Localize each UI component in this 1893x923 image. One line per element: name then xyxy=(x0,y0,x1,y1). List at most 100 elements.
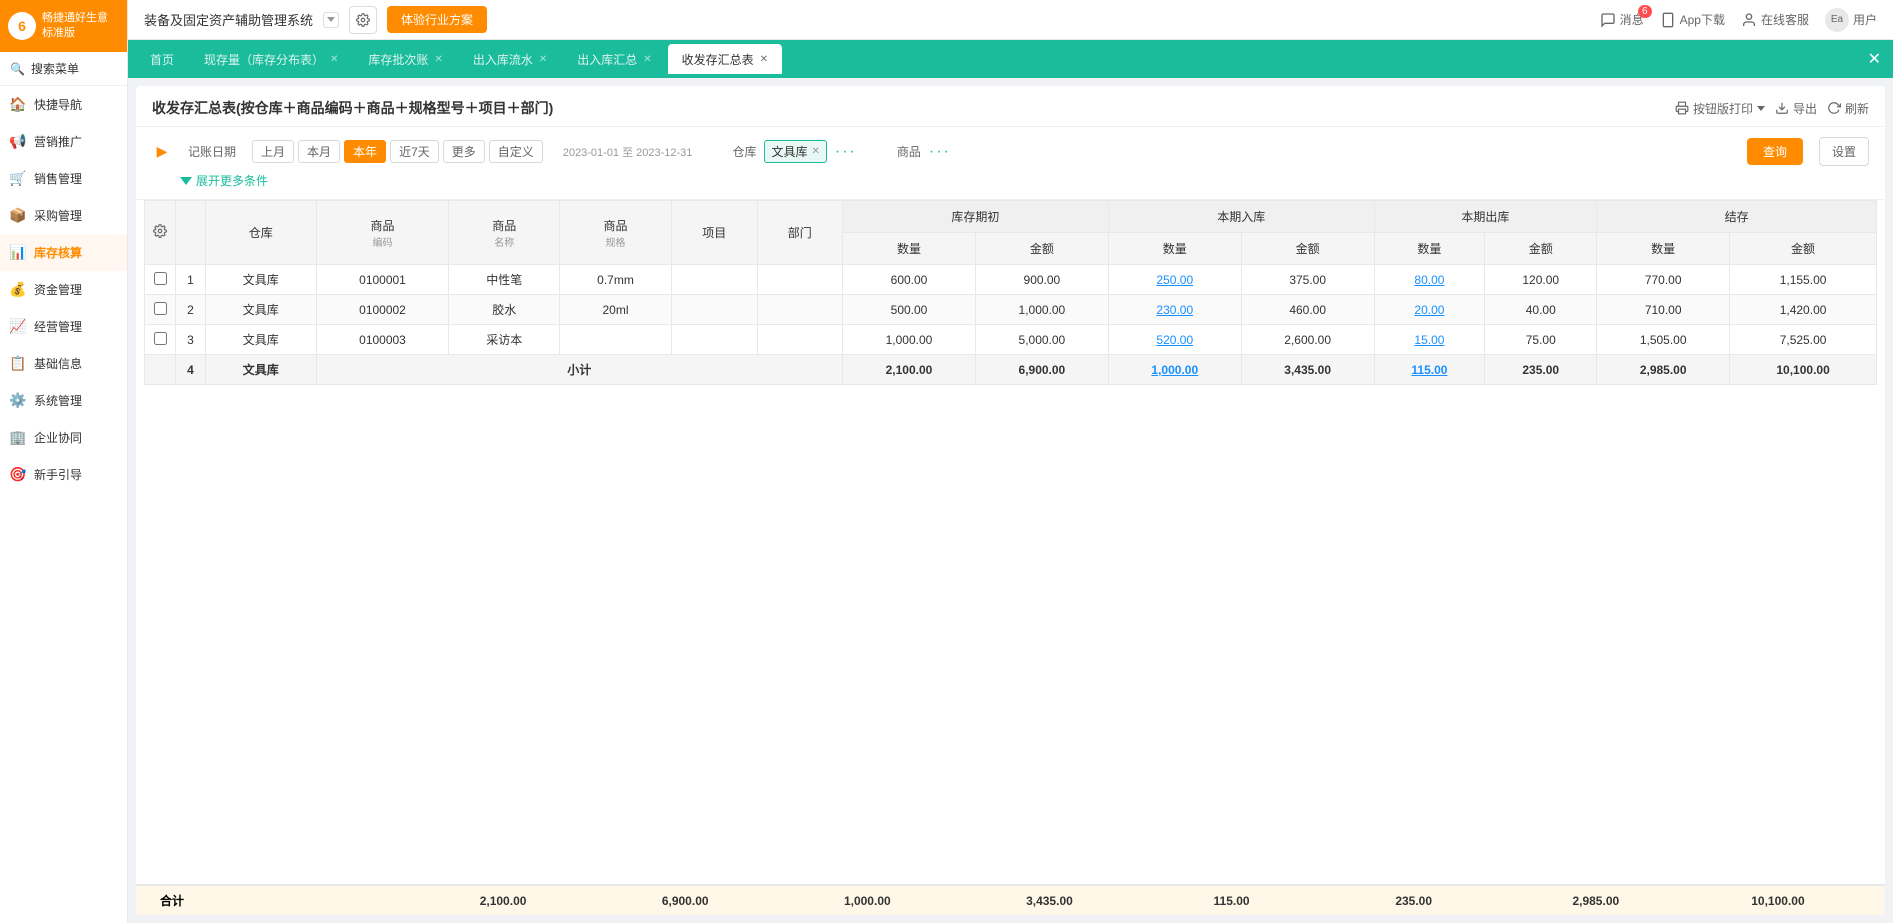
total-close-amt: 10,100.00 xyxy=(1687,894,1869,908)
row-in-qty-2[interactable]: 230.00 xyxy=(1108,295,1241,325)
tab-recv-send[interactable]: 收发存汇总表 ✕ xyxy=(668,44,782,74)
row-out-qty-2[interactable]: 20.00 xyxy=(1374,295,1485,325)
col-warehouse-header: 仓库 xyxy=(206,201,317,265)
date-btn-this-year[interactable]: 本年 xyxy=(344,140,386,163)
settings-gear-button[interactable] xyxy=(349,6,377,34)
tab-close-stock-dist[interactable]: ✕ xyxy=(330,54,338,65)
row-out-qty-3[interactable]: 15.00 xyxy=(1374,325,1485,355)
subtotal-row: 4 文具库 小计 2,100.00 6,900.00 1,000.00 3,43… xyxy=(145,355,1877,385)
total-in-amt: 3,435.00 xyxy=(958,894,1140,908)
tab-bar: 首页 现存量（库存分布表） ✕ 库存批次账 ✕ 出入库流水 ✕ 出入库汇总 ✕ … xyxy=(128,40,1893,78)
row-checkbox-1[interactable] xyxy=(145,265,176,295)
refresh-button[interactable]: 刷新 xyxy=(1827,100,1869,117)
expand-more-conditions[interactable]: 展开更多条件 xyxy=(180,172,1869,189)
sidebar-item-search[interactable]: 🔍 搜索菜单 xyxy=(0,52,127,86)
query-button[interactable]: 查询 xyxy=(1747,138,1803,165)
message-button[interactable]: 消息 6 xyxy=(1600,11,1644,28)
experience-button[interactable]: 体验行业方案 xyxy=(387,6,487,33)
row-out-amt-3: 75.00 xyxy=(1485,325,1597,355)
row-checkbox-3[interactable] xyxy=(145,325,176,355)
row-in-qty-1[interactable]: 250.00 xyxy=(1108,265,1241,295)
sidebar-logo: 6 畅捷通好生意 标准版 xyxy=(0,0,127,52)
row-goods-name-3: 采访本 xyxy=(449,325,560,355)
col-dept-header: 部门 xyxy=(757,201,843,265)
system-icon: ⚙️ xyxy=(10,393,26,409)
col-out-qty-header: 数量 xyxy=(1374,233,1485,265)
row-close-qty-3: 1,505.00 xyxy=(1597,325,1730,355)
app-download-button[interactable]: App下载 xyxy=(1660,11,1725,28)
subtotal-out-qty[interactable]: 115.00 xyxy=(1374,355,1485,385)
row-warehouse-2: 文具库 xyxy=(206,295,317,325)
sidebar-item-enterprise[interactable]: 🏢 企业协同 xyxy=(0,419,127,456)
col-num-header xyxy=(176,201,206,265)
sidebar-item-inventory[interactable]: 📊 库存核算 xyxy=(0,234,127,271)
tab-close-inout-summary[interactable]: ✕ xyxy=(643,54,651,65)
export-button[interactable]: 导出 xyxy=(1775,100,1817,117)
date-btn-more[interactable]: 更多 xyxy=(443,140,485,163)
row-goods-code-3: 0100003 xyxy=(316,325,449,355)
tab-close-recv-send[interactable]: ✕ xyxy=(760,54,768,65)
sidebar-item-quick-nav[interactable]: 🏠 快捷导航 xyxy=(0,86,127,123)
col-out-amt-header: 金额 xyxy=(1485,233,1597,265)
table-row: 2 文具库 0100002 胶水 20ml 500.00 1,000.00 23… xyxy=(145,295,1877,325)
subtotal-num: 4 xyxy=(176,355,206,385)
date-btn-this-month[interactable]: 本月 xyxy=(298,140,340,163)
sidebar-item-marketing[interactable]: 📢 营销推广 xyxy=(0,123,127,160)
total-out-amt: 235.00 xyxy=(1323,894,1505,908)
sidebar-item-newbie[interactable]: 🎯 新手引导 xyxy=(0,456,127,493)
row-checkbox-2[interactable] xyxy=(145,295,176,325)
tab-inout-flow[interactable]: 出入库流水 ✕ xyxy=(459,44,561,74)
col-settings xyxy=(145,201,176,265)
header-right: 消息 6 App下载 在线客服 Ea 用户 xyxy=(1600,8,1877,32)
row-close-amt-2: 1,420.00 xyxy=(1730,295,1877,325)
row-in-amt-3: 2,600.00 xyxy=(1241,325,1374,355)
sidebar-item-purchase[interactable]: 📦 采购管理 xyxy=(0,197,127,234)
tab-stock-dist[interactable]: 现存量（库存分布表） ✕ xyxy=(190,44,352,74)
user-menu[interactable]: Ea 用户 xyxy=(1825,8,1877,32)
sidebar-item-business[interactable]: 📈 经营管理 xyxy=(0,308,127,345)
subtotal-in-qty[interactable]: 1,000.00 xyxy=(1108,355,1241,385)
tab-inout-summary[interactable]: 出入库汇总 ✕ xyxy=(563,44,665,74)
date-btn-custom[interactable]: 自定义 xyxy=(489,140,543,163)
top-header: 装备及固定资产辅助管理系统 体验行业方案 消息 6 App下载 在线客服 xyxy=(128,0,1893,40)
date-btn-7days[interactable]: 近7天 xyxy=(390,140,439,163)
print-button[interactable]: 按钮版打印 xyxy=(1675,100,1765,117)
tab-batch[interactable]: 库存批次账 ✕ xyxy=(354,44,456,74)
sidebar-item-sales[interactable]: 🛒 销售管理 xyxy=(0,160,127,197)
col-open-qty-header: 数量 xyxy=(843,233,976,265)
col-goods-spec-header: 商品规格 xyxy=(560,201,672,265)
col-in-header: 本期入库 xyxy=(1108,201,1374,233)
row-out-amt-2: 40.00 xyxy=(1485,295,1597,325)
tab-close-inout-flow[interactable]: ✕ xyxy=(539,54,547,65)
system-select-arrow[interactable] xyxy=(323,12,339,28)
tab-home[interactable]: 首页 xyxy=(136,44,188,74)
main-area: 装备及固定资产辅助管理系统 体验行业方案 消息 6 App下载 在线客服 xyxy=(128,0,1893,923)
row-in-qty-3[interactable]: 520.00 xyxy=(1108,325,1241,355)
subtotal-close-qty: 2,985.00 xyxy=(1597,355,1730,385)
row-open-amt-2: 1,000.00 xyxy=(975,295,1108,325)
col-open-amt-header: 金额 xyxy=(975,233,1108,265)
subtotal-open-amt: 6,900.00 xyxy=(975,355,1108,385)
page-title: 收发存汇总表(按仓库＋商品编码＋商品＋规格型号＋项目＋部门) xyxy=(152,98,553,118)
row-close-amt-1: 1,155.00 xyxy=(1730,265,1877,295)
row-num-3: 3 xyxy=(176,325,206,355)
tab-bar-close-all[interactable]: ✕ xyxy=(1864,49,1885,69)
warehouse-tag-remove[interactable]: ✕ xyxy=(811,146,819,157)
total-close-qty: 2,985.00 xyxy=(1505,894,1687,908)
data-table: 仓库 商品编码 商品名称 商品规格 项目 部门 库存期初 本期入库 本期出库 结… xyxy=(144,200,1877,385)
filter-settings-button[interactable]: 设置 xyxy=(1819,137,1869,166)
col-close-header: 结存 xyxy=(1597,201,1877,233)
sidebar-item-finance[interactable]: 💰 资金管理 xyxy=(0,271,127,308)
sales-icon: 🛒 xyxy=(10,171,26,187)
warehouse-more-btn[interactable]: ··· xyxy=(835,143,857,161)
row-out-qty-1[interactable]: 80.00 xyxy=(1374,265,1485,295)
filter-expand-toggle[interactable]: ▶ xyxy=(152,142,172,162)
tab-close-batch[interactable]: ✕ xyxy=(434,54,442,65)
sidebar-item-system[interactable]: ⚙️ 系统管理 xyxy=(0,382,127,419)
col-in-amt-header: 金额 xyxy=(1241,233,1374,265)
date-btn-last-month[interactable]: 上月 xyxy=(252,140,294,163)
online-service-button[interactable]: 在线客服 xyxy=(1741,11,1809,28)
goods-more-btn[interactable]: ··· xyxy=(929,143,951,161)
sidebar-item-base[interactable]: 📋 基础信息 xyxy=(0,345,127,382)
inventory-icon: 📊 xyxy=(10,245,26,261)
